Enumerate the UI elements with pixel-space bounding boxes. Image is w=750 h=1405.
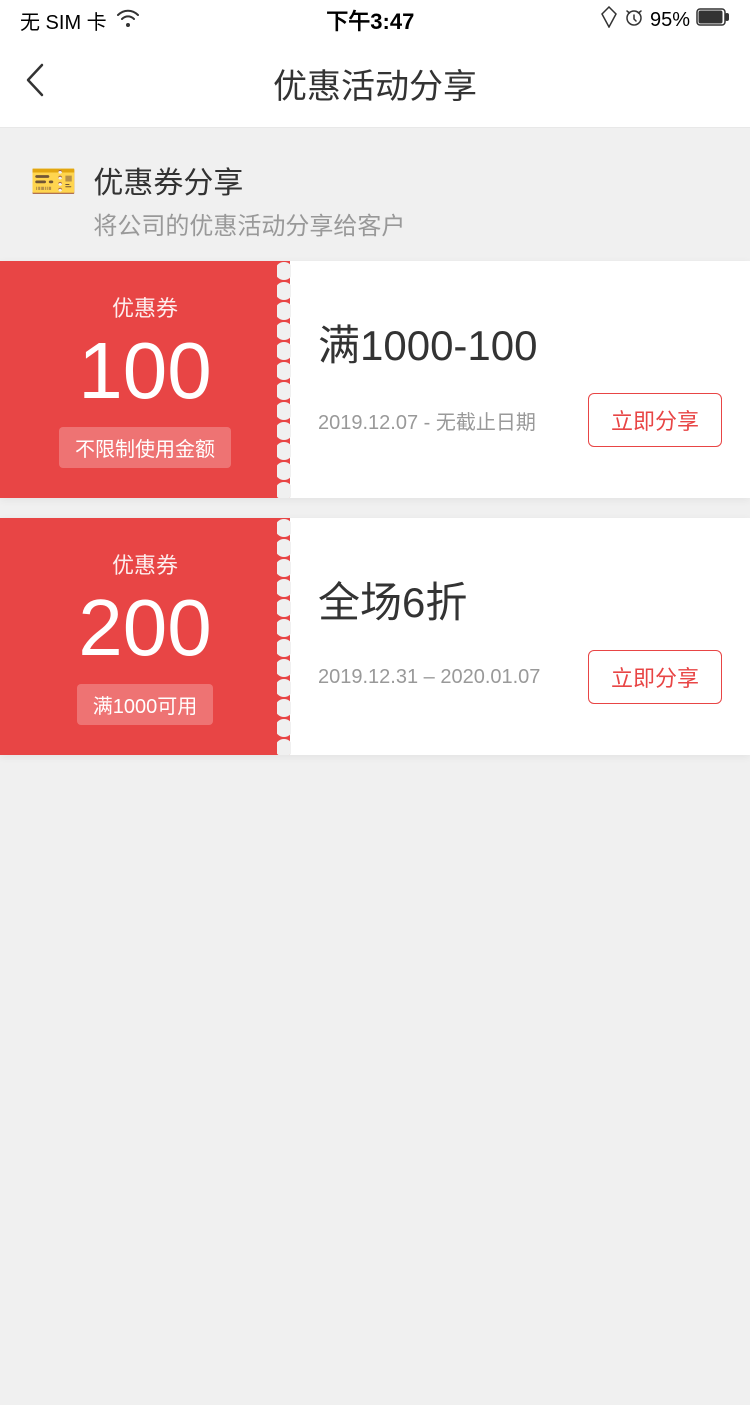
- coupon-card-0: 优惠券 100 不限制使用金额 满1000-100 2019.12.07 - 无…: [0, 261, 750, 498]
- coupons-list: 优惠券 100 不限制使用金额 满1000-100 2019.12.07 - 无…: [0, 261, 750, 805]
- coupon-condition-0: 不限制使用金额: [59, 427, 231, 468]
- share-button-1[interactable]: 立即分享: [588, 650, 722, 704]
- coupon-name-1: 全场6折: [318, 569, 722, 630]
- status-right: 95%: [600, 6, 730, 34]
- section-title: 优惠券分享: [93, 158, 405, 202]
- coupon-date-1: 2019.12.31 – 2020.01.07: [318, 666, 540, 689]
- coupon-right-0: 满1000-100 2019.12.07 - 无截止日期 立即分享: [290, 261, 750, 498]
- coupon-condition-1: 满1000可用: [77, 684, 214, 725]
- back-button[interactable]: [24, 61, 46, 107]
- empty-area: [0, 805, 750, 1405]
- battery-icon: [696, 8, 730, 32]
- carrier-text: 无 SIM 卡: [20, 6, 107, 35]
- coupon-bottom-row-0: 2019.12.07 - 无截止日期 立即分享: [318, 393, 722, 447]
- status-bar: 无 SIM 卡 下午3:47 95%: [0, 0, 750, 40]
- coupon-amount-1: 200: [78, 588, 211, 668]
- coupon-left-1: 优惠券 200 满1000可用: [0, 518, 290, 755]
- alarm-icon: [624, 7, 644, 33]
- coupon-label-0: 优惠券: [112, 291, 178, 323]
- coupon-label-1: 优惠券: [112, 548, 178, 580]
- nav-bar: 优惠活动分享: [0, 40, 750, 128]
- scallop-edge-0: [277, 261, 291, 498]
- share-button-0[interactable]: 立即分享: [588, 393, 722, 447]
- status-left: 无 SIM 卡: [20, 6, 141, 35]
- battery-text: 95%: [650, 9, 690, 32]
- coupon-name-0: 满1000-100: [318, 312, 722, 373]
- section-subtitle: 将公司的优惠活动分享给客户: [93, 206, 405, 241]
- scallop-edge-1: [277, 518, 291, 755]
- section-header: 🎫 优惠券分享 将公司的优惠活动分享给客户: [0, 128, 750, 261]
- coupon-right-1: 全场6折 2019.12.31 – 2020.01.07 立即分享: [290, 518, 750, 755]
- coupon-date-0: 2019.12.07 - 无截止日期: [318, 406, 536, 435]
- status-time: 下午3:47: [326, 4, 414, 36]
- wifi-icon: [115, 7, 141, 33]
- coupon-bottom-row-1: 2019.12.31 – 2020.01.07 立即分享: [318, 650, 722, 704]
- page-title: 优惠活动分享: [273, 59, 477, 108]
- location-icon: [600, 6, 618, 34]
- section-text-group: 优惠券分享 将公司的优惠活动分享给客户: [93, 158, 405, 241]
- coupon-amount-0: 100: [78, 331, 211, 411]
- coupon-section-icon: 🎫: [30, 160, 77, 204]
- coupon-card-1: 优惠券 200 满1000可用 全场6折 2019.12.31 – 2020.0…: [0, 518, 750, 755]
- coupon-left-0: 优惠券 100 不限制使用金额: [0, 261, 290, 498]
